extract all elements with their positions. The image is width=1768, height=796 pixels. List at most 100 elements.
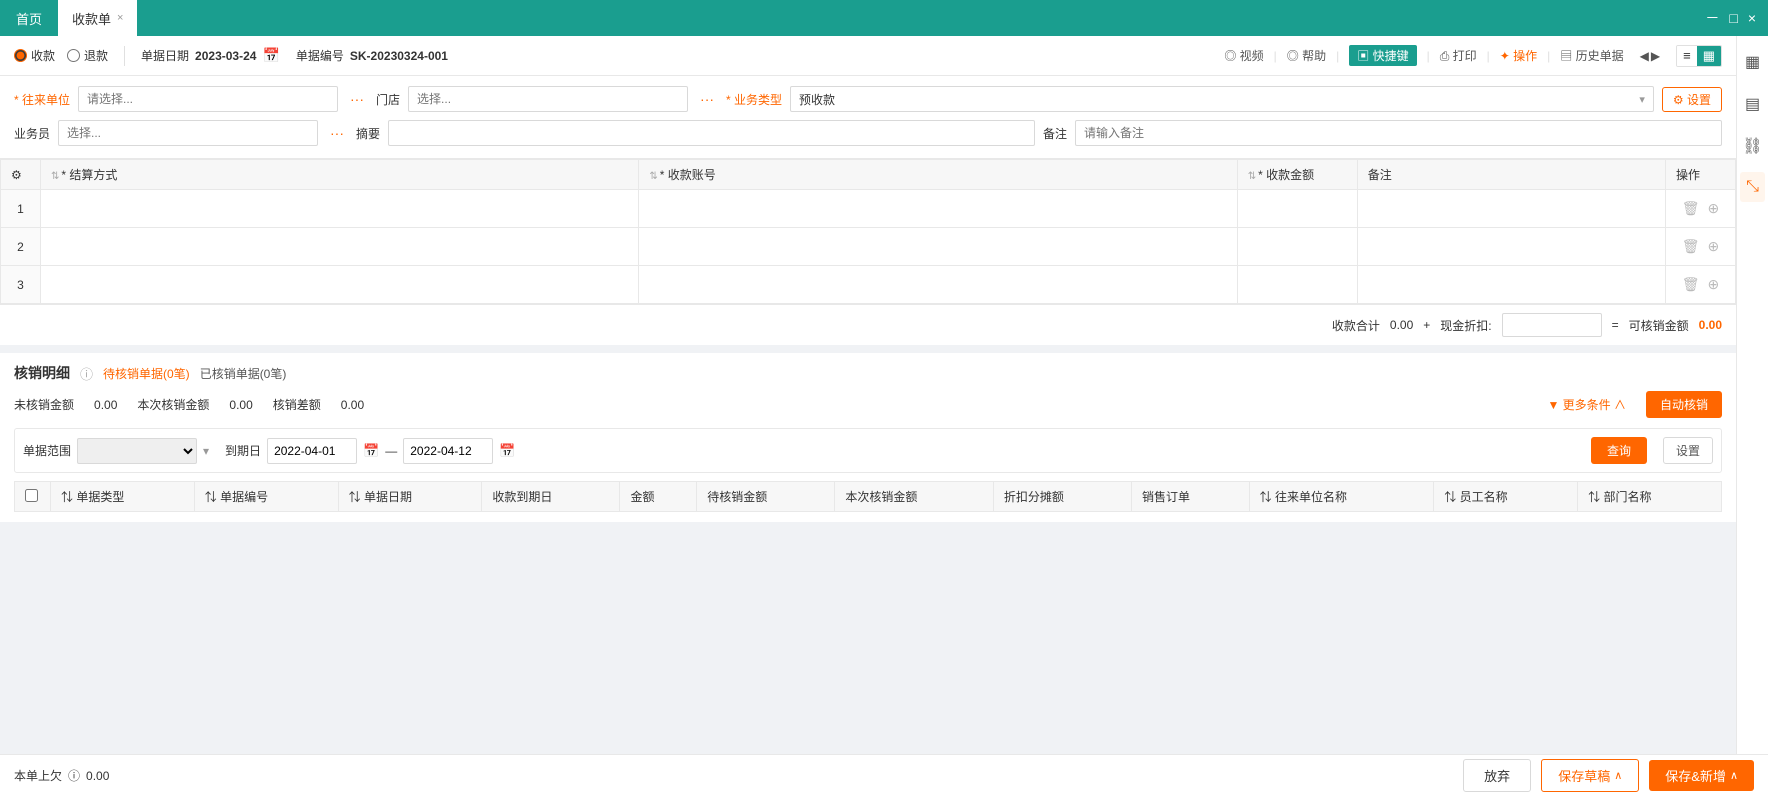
writeoff-title: 核销明细 [14, 363, 70, 383]
row3-delete-icon[interactable]: 🗑 [1682, 276, 1700, 293]
row-num-3: 3 [1, 266, 41, 304]
select-all-checkbox[interactable] [25, 489, 38, 502]
partner-input[interactable] [78, 86, 338, 112]
shortcut-btn[interactable]: ▣ 快捷键 [1349, 45, 1416, 66]
row2-remark[interactable] [1357, 228, 1665, 266]
bottom-right-actions: 放弃 保存草稿 ∧ 保存&新增 ∧ [1463, 759, 1754, 792]
row1-settlement[interactable] [41, 190, 639, 228]
view-grid-btn[interactable]: ▦ [1697, 46, 1721, 66]
radio-shoukuan[interactable]: 收款 [14, 47, 55, 64]
discount-input[interactable] [1502, 313, 1602, 337]
receipt-table-wrapper: ⚙ ⇅* 结算方式 ⇅* 收款账号 ⇅* 收款金额 备注 操作 1 [0, 159, 1736, 345]
bottom-bar: 本单上欠 ⓘ 0.00 放弃 保存草稿 ∧ 保存&新增 ∧ [0, 754, 1768, 796]
row1-actions: 🗑 ⊕ [1666, 190, 1736, 228]
col-discount-amount: 折扣分摊额 [993, 482, 1131, 512]
row1-account[interactable] [639, 190, 1237, 228]
date-to-input[interactable] [403, 438, 493, 464]
store-more-btn[interactable]: ··· [696, 91, 718, 107]
row2-delete-icon[interactable]: 🗑 [1682, 238, 1700, 255]
row-num-2: 2 [1, 228, 41, 266]
row2-account[interactable] [639, 228, 1237, 266]
row1-remark[interactable] [1357, 190, 1665, 228]
pending-tab[interactable]: 待核销单据(0笔) [103, 365, 190, 382]
nav-active-tab[interactable]: 收款单 × [58, 0, 137, 36]
row3-copy-icon[interactable]: ⊕ [1708, 276, 1720, 293]
nav-prev-icon[interactable]: ◀ [1640, 49, 1649, 63]
remark-label: 备注 [1043, 125, 1067, 142]
print-btn[interactable]: ⎙ 打印 [1440, 47, 1477, 64]
nav-home[interactable]: 首页 [0, 0, 58, 36]
row1-copy-icon[interactable]: ⊕ [1708, 200, 1720, 217]
toolbar-divider [124, 46, 125, 66]
row3-settlement[interactable] [41, 266, 639, 304]
this-doc-info-icon[interactable]: ⓘ [68, 767, 80, 784]
view-list-btn[interactable]: ≡ [1677, 46, 1697, 66]
receipt-table: ⚙ ⇅* 结算方式 ⇅* 收款账号 ⇅* 收款金额 备注 操作 1 [0, 159, 1736, 304]
store-label: 门店 [376, 91, 400, 108]
nav-arrows: ◀ ▶ [1640, 49, 1660, 63]
completed-tab[interactable]: 已核销单据(0笔) [200, 365, 287, 382]
stat-pending-val: 0.00 [94, 398, 117, 412]
writeoff-info-icon[interactable]: ⓘ [80, 364, 93, 383]
col-settings[interactable]: ⚙ [1, 160, 41, 190]
minimize-icon[interactable]: － [1705, 8, 1719, 28]
radio-shoukuan-label: 收款 [31, 47, 55, 64]
save-draft-arrow-icon[interactable]: ∧ [1614, 769, 1622, 782]
row1-amount[interactable] [1237, 190, 1357, 228]
doc-num-info: 单据编号 SK-20230324-001 [296, 47, 448, 64]
settings-button[interactable]: ⚙ 设置 [1662, 87, 1722, 112]
stat-current-val: 0.00 [229, 398, 252, 412]
abandon-button[interactable]: 放弃 [1463, 759, 1531, 792]
row3-account[interactable] [639, 266, 1237, 304]
save-new-arrow-icon[interactable]: ∧ [1730, 769, 1738, 782]
employee-more-btn[interactable]: ··· [326, 125, 348, 141]
range-dropdown-icon[interactable]: ▾ [203, 444, 209, 458]
more-conditions-btn[interactable]: ▼ 更多条件 ∧ [1547, 396, 1626, 413]
sidebar-doc-icon[interactable]: ▤ [1739, 88, 1766, 120]
date-to-calendar-icon[interactable]: 📅 [499, 443, 515, 459]
toolbar: 收款 退款 单据日期 2023-03-24 📅 单据编号 SK-20230324… [0, 36, 1736, 76]
radio-tuikuan[interactable]: 退款 [67, 47, 108, 64]
help-btn[interactable]: ◎ 帮助 [1287, 47, 1326, 64]
partner-more-btn[interactable]: ··· [346, 91, 368, 107]
date-from-input[interactable] [267, 438, 357, 464]
row2-settlement[interactable] [41, 228, 639, 266]
receipt-type-radio-group: 收款 退款 [14, 47, 108, 64]
summary-label: 摘要 [356, 125, 380, 142]
writeoff-settings-button[interactable]: 设置 [1663, 437, 1713, 464]
sidebar-table-icon[interactable]: ▦ [1739, 46, 1766, 78]
stat-pending-label: 未核销金额 [14, 396, 74, 413]
sidebar-link-icon[interactable]: ⛓ [1736, 130, 1768, 162]
col-employee-name: ⇅ 员工名称 [1434, 482, 1578, 512]
save-draft-button[interactable]: 保存草稿 ∧ [1541, 759, 1639, 792]
biztype-dropdown-icon[interactable]: ▾ [1639, 93, 1645, 106]
row1-delete-icon[interactable]: 🗑 [1682, 200, 1700, 217]
history-btn[interactable]: ▤ 历史单据 [1560, 47, 1623, 64]
summary-input[interactable] [388, 120, 1035, 146]
biztype-label: * 业务类型 [726, 91, 782, 108]
row2-actions: 🗑 ⊕ [1666, 228, 1736, 266]
maximize-icon[interactable]: □ [1729, 10, 1737, 26]
writeoff-table: ⇅ 单据类型 ⇅ 单据编号 ⇅ 单据日期 收款到期日 金额 待核销金额 本次核销… [14, 481, 1722, 512]
range-label: 单据范围 [23, 442, 71, 459]
row3-amount[interactable] [1237, 266, 1357, 304]
sidebar-expand-icon[interactable]: ⤡ [1740, 172, 1765, 202]
calendar-icon[interactable]: 📅 [262, 47, 279, 64]
auto-writeoff-button[interactable]: 自动核销 [1646, 391, 1722, 418]
query-button[interactable]: 查询 [1591, 437, 1647, 464]
range-select[interactable] [77, 438, 197, 464]
window-controls: － □ × [1693, 8, 1768, 28]
close-icon[interactable]: × [1748, 10, 1756, 26]
nav-next-icon[interactable]: ▶ [1651, 49, 1660, 63]
date-from-calendar-icon[interactable]: 📅 [363, 443, 379, 459]
operate-btn[interactable]: ✦ 操作 [1500, 47, 1537, 64]
video-btn[interactable]: ◎ 视频 [1224, 47, 1263, 64]
row2-copy-icon[interactable]: ⊕ [1708, 238, 1720, 255]
row3-remark[interactable] [1357, 266, 1665, 304]
close-tab-icon[interactable]: × [117, 12, 123, 24]
store-input[interactable] [408, 86, 688, 112]
employee-input[interactable] [58, 120, 318, 146]
remark-input[interactable] [1075, 120, 1722, 146]
save-new-button[interactable]: 保存&新增 ∧ [1649, 760, 1754, 791]
row2-amount[interactable] [1237, 228, 1357, 266]
